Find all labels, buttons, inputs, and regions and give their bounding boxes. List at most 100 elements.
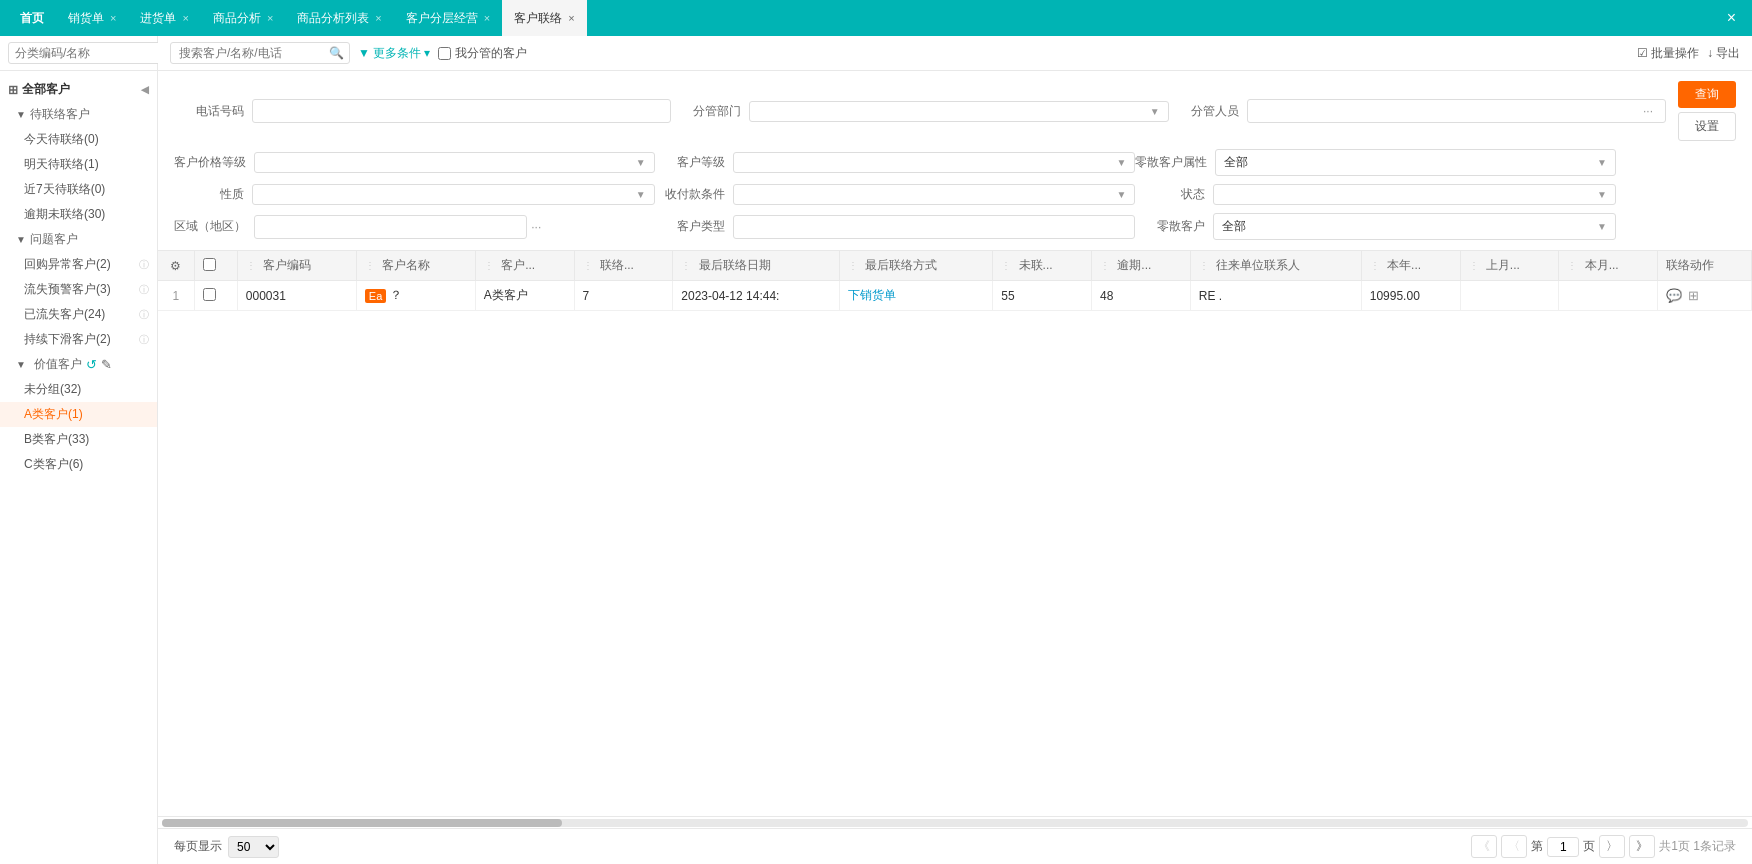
- arrow-icon-2: ▼: [16, 234, 26, 245]
- nav-goods-list-close[interactable]: ×: [375, 12, 381, 24]
- sidebar-item-tomorrow[interactable]: 明天待联络(1): [0, 152, 157, 177]
- sidebar-item-a-class[interactable]: A类客户(1): [0, 402, 157, 427]
- info-icon-2: ⓘ: [139, 283, 149, 297]
- dept-select[interactable]: ▼: [749, 101, 1168, 122]
- sidebar-item-churned[interactable]: 已流失客户(24) ⓘ: [0, 302, 157, 327]
- query-button[interactable]: 查询: [1678, 81, 1736, 108]
- refresh-icon[interactable]: ↺: [86, 357, 97, 372]
- nav-customer-contact-close[interactable]: ×: [568, 12, 574, 24]
- row-checkbox[interactable]: [203, 288, 216, 301]
- collapse-icon[interactable]: ◀: [141, 84, 149, 95]
- nav-sales-close[interactable]: ×: [110, 12, 116, 24]
- customer-type-input[interactable]: [733, 215, 1136, 239]
- scroll-thumb[interactable]: [162, 819, 562, 827]
- group-pending-contact[interactable]: ▼ 待联络客户: [0, 102, 157, 127]
- group-value-customers[interactable]: ▼ 价值客户 ↺ ✎: [0, 352, 157, 377]
- search-input[interactable]: [179, 46, 329, 60]
- last-page-button[interactable]: 》: [1629, 835, 1655, 858]
- cell-name: Ea ？: [356, 281, 475, 311]
- retail-prop-select[interactable]: 全部 ▼: [1215, 149, 1616, 176]
- sidebar-item-b-class[interactable]: B类客户(33): [0, 427, 157, 452]
- page-label: 第: [1531, 838, 1543, 855]
- sidebar-item-today[interactable]: 今天待联络(0): [0, 127, 157, 152]
- status-label: 状态: [1135, 186, 1205, 203]
- nav-purchase[interactable]: 进货单 ×: [128, 0, 200, 36]
- customer-grade-select[interactable]: ▼: [733, 152, 1136, 173]
- nature-select[interactable]: ▼: [252, 184, 655, 205]
- my-customers-checkbox-label[interactable]: 我分管的客户: [438, 45, 527, 62]
- batch-op-button[interactable]: ☑ 批量操作: [1637, 45, 1699, 62]
- nav-goods-list[interactable]: 商品分析列表 ×: [285, 0, 393, 36]
- info-icon-3: ⓘ: [139, 308, 149, 322]
- cell-checkbox[interactable]: [194, 281, 237, 311]
- export-button[interactable]: ↓ 导出: [1707, 45, 1740, 62]
- nav-sales[interactable]: 销货单 ×: [56, 0, 128, 36]
- col-checkbox[interactable]: [194, 251, 237, 281]
- nature-label: 性质: [174, 186, 244, 203]
- horizontal-scrollbar[interactable]: [158, 816, 1752, 828]
- drag-handle-9: ⋮: [1199, 260, 1209, 271]
- filter-cell-retail-customer: 零散客户 全部 ▼: [1135, 213, 1616, 240]
- retail-customer-select[interactable]: 全部 ▼: [1213, 213, 1616, 240]
- cell-action: 💬 ⊞: [1658, 281, 1752, 311]
- nav-goods-analysis-close[interactable]: ×: [267, 12, 273, 24]
- more-filters-button[interactable]: ▼ 更多条件 ▾: [358, 45, 430, 62]
- nav-goods-analysis[interactable]: 商品分析 ×: [201, 0, 285, 36]
- phone-input[interactable]: [252, 99, 671, 123]
- close-window-button[interactable]: ×: [1719, 9, 1744, 27]
- nav-home[interactable]: 首页: [8, 0, 56, 36]
- nav-purchase-close[interactable]: ×: [182, 12, 188, 24]
- status-select[interactable]: ▼: [1213, 184, 1616, 205]
- edit-icon[interactable]: ✎: [101, 357, 112, 372]
- filter-cell-payment: 收付款条件 ▼: [655, 184, 1136, 205]
- cell-this-month: [1559, 281, 1658, 311]
- staff-dots[interactable]: ···: [1639, 104, 1657, 118]
- nav-customer-tier-close[interactable]: ×: [484, 12, 490, 24]
- nav-customer-contact[interactable]: 客户联络 ×: [502, 0, 586, 36]
- my-customers-checkbox[interactable]: [438, 47, 451, 60]
- sidebar-item-overdue[interactable]: 逾期未联络(30): [0, 202, 157, 227]
- gear-icon[interactable]: ⚙: [170, 259, 181, 273]
- prev-page-button[interactable]: 〈: [1501, 835, 1527, 858]
- name-cell-content: Ea ？: [365, 287, 467, 304]
- nav-customer-tier[interactable]: 客户分层经营 ×: [394, 0, 502, 36]
- sidebar-search-input[interactable]: [8, 42, 172, 64]
- sidebar-all-customers[interactable]: ⊞ 全部客户 ◀: [0, 77, 157, 102]
- nature-arrow: ▼: [636, 189, 646, 200]
- col-uncontact: ⋮ 未联...: [993, 251, 1092, 281]
- sidebar-item-7days[interactable]: 近7天待联络(0): [0, 177, 157, 202]
- cell-last-date: 2023-04-12 14:44:: [673, 281, 839, 311]
- search-icon[interactable]: 🔍: [329, 46, 344, 60]
- price-grade-select[interactable]: ▼: [254, 152, 655, 173]
- sidebar-item-declining[interactable]: 持续下滑客户(2) ⓘ: [0, 327, 157, 352]
- payment-select[interactable]: ▼: [733, 184, 1136, 205]
- sidebar-item-churn-warning[interactable]: 流失预警客户(3) ⓘ: [0, 277, 157, 302]
- page-number-input[interactable]: [1547, 837, 1579, 857]
- page-size-select[interactable]: 20 50 100: [228, 836, 279, 858]
- region-input[interactable]: [254, 215, 527, 239]
- customer-table: ⚙ ⋮ 客户编码 ⋮ 客户名称: [158, 251, 1752, 311]
- filter-cell-status: 状态 ▼: [1135, 184, 1616, 205]
- qr-icon[interactable]: ⊞: [1688, 288, 1699, 303]
- staff-select[interactable]: ···: [1247, 99, 1666, 123]
- scroll-track[interactable]: [162, 819, 1748, 827]
- select-all-checkbox[interactable]: [203, 258, 216, 271]
- payment-arrow: ▼: [1116, 189, 1126, 200]
- sidebar-item-ungrouped[interactable]: 未分组(32): [0, 377, 157, 402]
- sidebar-item-repurchase[interactable]: 回购异常客户(2) ⓘ: [0, 252, 157, 277]
- price-grade-arrow: ▼: [636, 157, 646, 168]
- message-icon[interactable]: 💬: [1666, 288, 1682, 303]
- last-method-link[interactable]: 下销货单: [848, 288, 896, 302]
- sidebar-body: ⊞ 全部客户 ◀ ▼ 待联络客户 今天待联络(0) 明天待联络(1) 近7天待联…: [0, 71, 157, 864]
- col-gear[interactable]: ⚙: [158, 251, 194, 281]
- all-customers-label: 全部客户: [22, 81, 70, 98]
- sidebar-item-c-class[interactable]: C类客户(6): [0, 452, 157, 477]
- next-page-button[interactable]: 〉: [1599, 835, 1625, 858]
- cell-last-month: [1460, 281, 1559, 311]
- settings-button[interactable]: 设置: [1678, 112, 1736, 141]
- first-page-button[interactable]: 《: [1471, 835, 1497, 858]
- region-dots[interactable]: ···: [527, 220, 545, 234]
- retail-prop-label: 零散客户属性: [1135, 154, 1207, 171]
- group-problem-customers[interactable]: ▼ 问题客户: [0, 227, 157, 252]
- of-page-label: 页: [1583, 838, 1595, 855]
